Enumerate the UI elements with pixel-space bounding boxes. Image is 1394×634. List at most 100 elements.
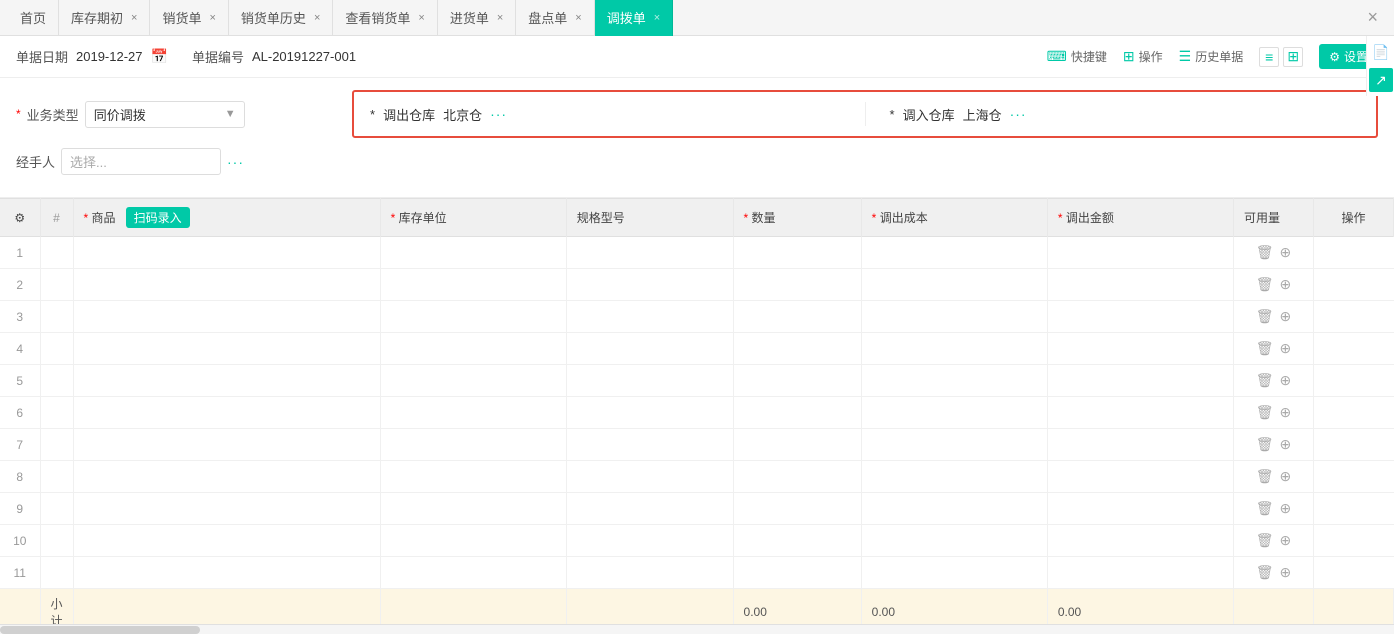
tab-purchase[interactable]: 进货单 × [438, 0, 516, 36]
available-cell[interactable] [1047, 397, 1233, 429]
cost-cell[interactable] [733, 237, 861, 269]
spec-cell[interactable] [380, 429, 566, 461]
product-cell[interactable] [40, 269, 73, 301]
qty-cell[interactable] [566, 557, 733, 589]
delete-icon[interactable]: 🗑 [1256, 276, 1274, 293]
qty-cell[interactable] [566, 237, 733, 269]
product-cell[interactable] [40, 461, 73, 493]
available-cell[interactable] [1047, 333, 1233, 365]
cost-cell[interactable] [733, 365, 861, 397]
qty-cell[interactable] [566, 333, 733, 365]
available-cell[interactable] [1047, 525, 1233, 557]
cost-cell[interactable] [733, 269, 861, 301]
product-cell[interactable] [40, 557, 73, 589]
amount-cell[interactable] [861, 493, 1047, 525]
tab-sales[interactable]: 销货单 × [150, 0, 228, 36]
product-cell[interactable] [40, 301, 73, 333]
available-cell[interactable] [1047, 301, 1233, 333]
delete-icon[interactable]: 🗑 [1256, 340, 1274, 357]
amount-cell[interactable] [861, 397, 1047, 429]
amount-cell[interactable] [861, 557, 1047, 589]
cost-cell[interactable] [733, 429, 861, 461]
product-cell[interactable] [40, 493, 73, 525]
horizontal-scrollbar[interactable] [0, 624, 1394, 634]
tab-inventory-check[interactable]: 盘点单 × [516, 0, 594, 36]
cost-cell[interactable] [733, 301, 861, 333]
copy-icon[interactable]: ⊕ [1280, 532, 1292, 549]
available-cell[interactable] [1047, 429, 1233, 461]
unit-cell[interactable] [73, 269, 380, 301]
scan-button[interactable]: 扫码录入 [126, 207, 190, 228]
qty-cell[interactable] [566, 301, 733, 333]
unit-cell[interactable] [73, 493, 380, 525]
copy-icon[interactable]: ⊕ [1280, 564, 1292, 581]
tab-transfer-close[interactable]: × [654, 12, 660, 24]
amount-cell[interactable] [861, 301, 1047, 333]
in-warehouse-more-icon[interactable]: ··· [1010, 106, 1027, 122]
spec-cell[interactable] [380, 269, 566, 301]
biz-type-select[interactable]: 同价调拨 ▼ [85, 101, 245, 128]
history-button[interactable]: ☰ 历史单据 [1179, 48, 1244, 65]
product-cell[interactable] [40, 525, 73, 557]
unit-cell[interactable] [73, 397, 380, 429]
tab-sales-history[interactable]: 销货单历史 × [229, 0, 333, 36]
window-close-button[interactable]: × [1355, 7, 1390, 28]
unit-cell[interactable] [73, 429, 380, 461]
cost-cell[interactable] [733, 461, 861, 493]
unit-cell[interactable] [73, 301, 380, 333]
copy-icon[interactable]: ⊕ [1280, 404, 1292, 421]
delete-icon[interactable]: 🗑 [1256, 468, 1274, 485]
product-cell[interactable] [40, 237, 73, 269]
amount-cell[interactable] [861, 333, 1047, 365]
scrollbar-thumb[interactable] [0, 626, 200, 634]
th-gear[interactable]: ⚙ [0, 199, 40, 237]
calendar-icon[interactable]: 📅 [151, 48, 168, 65]
copy-icon[interactable]: ⊕ [1280, 244, 1292, 261]
spec-cell[interactable] [380, 525, 566, 557]
cost-cell[interactable] [733, 333, 861, 365]
cost-cell[interactable] [733, 397, 861, 429]
spec-cell[interactable] [380, 397, 566, 429]
copy-icon[interactable]: ⊕ [1280, 308, 1292, 325]
qty-cell[interactable] [566, 429, 733, 461]
copy-icon[interactable]: ⊕ [1280, 340, 1292, 357]
delete-icon[interactable]: 🗑 [1256, 500, 1274, 517]
tab-sales-close[interactable]: × [209, 12, 215, 24]
amount-cell[interactable] [861, 525, 1047, 557]
amount-cell[interactable] [861, 429, 1047, 461]
qty-cell[interactable] [566, 365, 733, 397]
available-cell[interactable] [1047, 493, 1233, 525]
cost-cell[interactable] [733, 493, 861, 525]
available-cell[interactable] [1047, 237, 1233, 269]
available-cell[interactable] [1047, 269, 1233, 301]
available-cell[interactable] [1047, 557, 1233, 589]
layout-list-icon[interactable]: ≡ [1259, 47, 1279, 67]
product-cell[interactable] [40, 333, 73, 365]
copy-icon[interactable]: ⊕ [1280, 436, 1292, 453]
copy-icon[interactable]: ⊕ [1280, 276, 1292, 293]
delete-icon[interactable]: 🗑 [1256, 404, 1274, 421]
qty-cell[interactable] [566, 397, 733, 429]
qty-cell[interactable] [566, 493, 733, 525]
unit-cell[interactable] [73, 461, 380, 493]
qty-cell[interactable] [566, 461, 733, 493]
out-warehouse-more-icon[interactable]: ··· [490, 106, 507, 122]
tab-sales-history-close[interactable]: × [314, 12, 320, 24]
unit-cell[interactable] [73, 525, 380, 557]
operation-button[interactable]: ⊞ 操作 [1123, 48, 1163, 65]
tab-view-sales-close[interactable]: × [418, 12, 424, 24]
handler-select[interactable]: 选择... [61, 148, 221, 175]
tab-transfer[interactable]: 调拨单 × [595, 0, 673, 36]
product-cell[interactable] [40, 397, 73, 429]
unit-cell[interactable] [73, 333, 380, 365]
spec-cell[interactable] [380, 493, 566, 525]
spec-cell[interactable] [380, 333, 566, 365]
delete-icon[interactable]: 🗑 [1256, 564, 1274, 581]
layout-grid-icon[interactable]: ⊞ [1283, 47, 1303, 67]
qty-cell[interactable] [566, 269, 733, 301]
tab-home[interactable]: 首页 [4, 0, 59, 36]
spec-cell[interactable] [380, 365, 566, 397]
sidebar-doc-icon[interactable]: 📄 [1369, 40, 1393, 64]
amount-cell[interactable] [861, 461, 1047, 493]
unit-cell[interactable] [73, 237, 380, 269]
